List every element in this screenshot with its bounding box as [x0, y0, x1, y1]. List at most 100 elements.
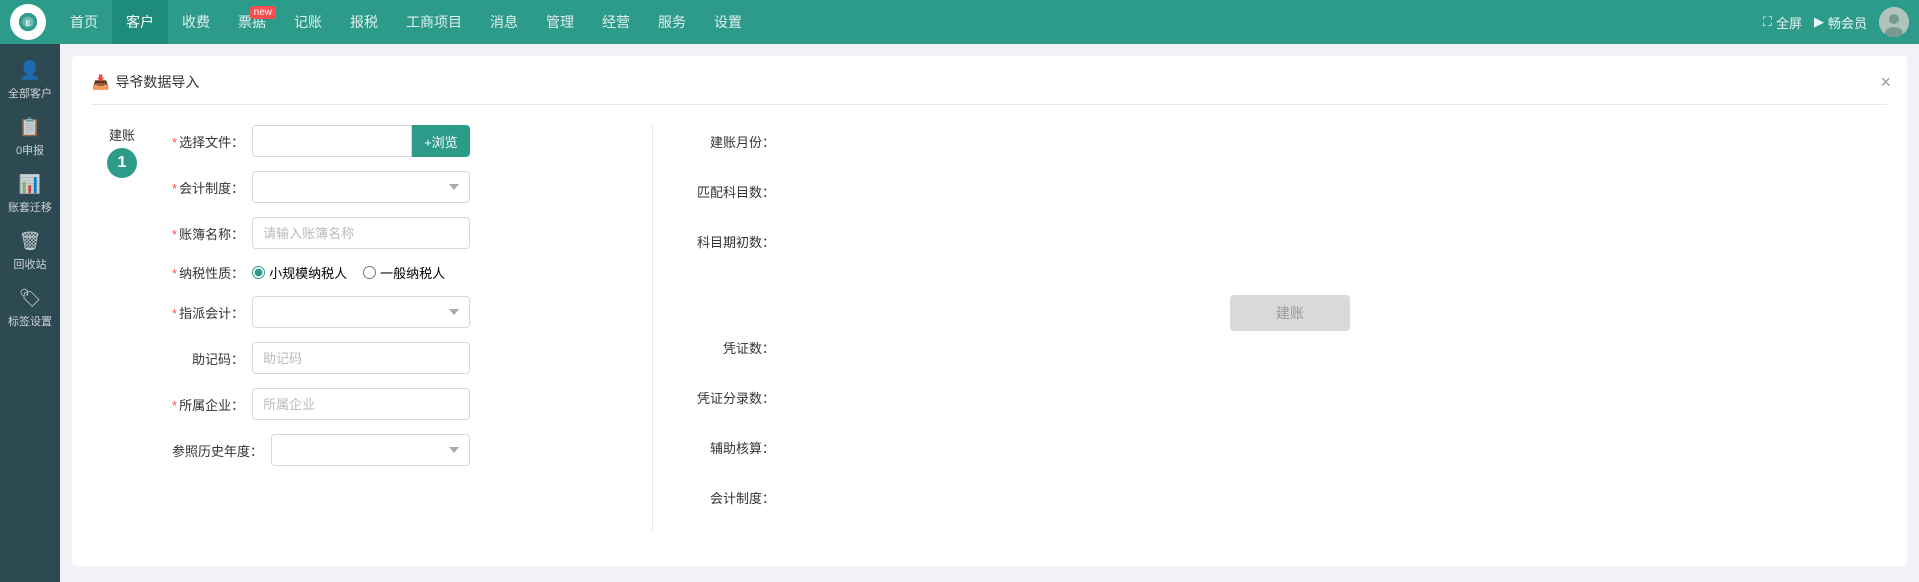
tax-radio-group: 小规模纳税人 一般纳税人 [252, 263, 445, 282]
accounting-select[interactable] [252, 171, 470, 203]
ledger-input[interactable] [252, 217, 470, 249]
panel-header: 📥 导爷数据导入 × [92, 72, 1887, 105]
nav-settings[interactable]: 设置 [700, 0, 756, 44]
trash-icon: 🗑 [19, 231, 42, 252]
match-subject-field: 匹配科目数： [693, 175, 1887, 207]
tax-row: 纳税性质： 小规模纳税人 一般纳税人 [172, 263, 470, 282]
tax-label: 纳税性质： [172, 263, 252, 282]
subject-init-label: 科目期初数： [693, 232, 783, 251]
nav-home[interactable]: 首页 [56, 0, 112, 44]
nav-fee[interactable]: 收费 [168, 0, 224, 44]
sidebar-item-migrate[interactable]: 📊 账套迁移 [0, 166, 60, 223]
app-logo[interactable]: E [10, 4, 46, 40]
voucher-label: 凭证数： [693, 338, 783, 357]
accountant-row: 指派会计： [172, 296, 470, 328]
voucher-entries-label: 凭证分录数： [693, 388, 783, 407]
build-month-field: 建账月份： [693, 125, 1887, 157]
file-row: 选择文件： +浏览 [172, 125, 470, 157]
import-panel: 📥 导爷数据导入 × 建账 1 选择文件： [72, 56, 1907, 566]
subject-init-value [783, 225, 1887, 257]
play-icon: ▶ [1814, 14, 1824, 30]
file-label: 选择文件： [172, 132, 252, 151]
match-subject-value [783, 175, 1887, 207]
user-avatar[interactable] [1879, 7, 1909, 37]
fullscreen-button[interactable]: ⛶ 全屏 [1763, 13, 1802, 32]
nav-message[interactable]: 消息 [476, 0, 532, 44]
ledger-row: 账簿名称： [172, 217, 470, 249]
right-fields: 建账月份： 匹配科目数： 科目期初数： [693, 125, 1887, 275]
sidebar-item-all-customers[interactable]: 👤 全部客户 [0, 52, 60, 109]
right-content-layout: 建账月份： 匹配科目数： 科目期初数： 建账 [693, 125, 1887, 531]
nav-tax[interactable]: 报税 [336, 0, 392, 44]
top-navigation: E 首页 客户 收费 票据 new 记账 报税 工商项目 消息 管理 经营 服务… [0, 0, 1919, 44]
voucher-value [783, 331, 1887, 363]
sidebar: 👤 全部客户 📋 0申报 📊 账套迁移 🗑 回收站 🏷 标签设置 [0, 44, 60, 582]
nav-service[interactable]: 服务 [644, 0, 700, 44]
voucher-field: 凭证数： [693, 331, 1887, 363]
build-month-value [783, 125, 1887, 157]
file-input-group: +浏览 [252, 125, 470, 157]
accountant-label: 指派会计： [172, 303, 252, 322]
accounting-row: 会计制度： [172, 171, 470, 203]
nav-manage[interactable]: 管理 [532, 0, 588, 44]
company-input[interactable] [252, 388, 470, 420]
accounting-system-value [783, 481, 1887, 513]
memo-label: 助记码： [172, 349, 252, 368]
nav-invoice[interactable]: 票据 new [224, 0, 280, 44]
history-label: 参照历史年度： [172, 441, 271, 460]
history-select[interactable] [271, 434, 470, 466]
main-content: 📥 导爷数据导入 × 建账 1 选择文件： [60, 44, 1919, 582]
declare-icon: 📋 [19, 117, 41, 138]
company-label: 所属企业： [172, 395, 252, 414]
file-input[interactable] [252, 125, 412, 157]
tax-small[interactable]: 小规模纳税人 [252, 263, 347, 282]
nav-items: 首页 客户 收费 票据 new 记账 报税 工商项目 消息 管理 经营 服务 设… [56, 0, 1763, 44]
aux-field: 辅助核算： [693, 431, 1887, 463]
sidebar-item-zero-declare[interactable]: 📋 0申报 [0, 109, 60, 166]
voucher-entries-value [783, 381, 1887, 413]
ledger-label: 账簿名称： [172, 224, 252, 243]
step-label: 建账 1 [92, 125, 152, 178]
right-fields-2: 凭证数： 凭证分录数： 辅助核算： 会计制度： [693, 331, 1887, 531]
tax-general[interactable]: 一般纳税人 [363, 263, 445, 282]
voucher-entries-field: 凭证分录数： [693, 381, 1887, 413]
build-btn-row: 建账 [693, 285, 1887, 331]
accountant-select[interactable] [252, 296, 470, 328]
migrate-icon: 📊 [19, 174, 41, 195]
build-month-label: 建账月份： [693, 132, 783, 151]
build-account-section: 建账 1 选择文件： +浏览 [92, 125, 632, 466]
memo-row: 助记码： [172, 342, 470, 374]
subject-init-field: 科目期初数： [693, 225, 1887, 257]
browse-button[interactable]: +浏览 [412, 125, 470, 157]
build-button[interactable]: 建账 [1230, 295, 1350, 331]
accounting-system-field: 会计制度： [693, 481, 1887, 513]
nav-business[interactable]: 工商项目 [392, 0, 476, 44]
aux-label: 辅助核算： [693, 438, 783, 457]
aux-value [783, 431, 1887, 463]
import-icon: 📥 [92, 74, 109, 91]
nav-operation[interactable]: 经营 [588, 0, 644, 44]
svg-text:E: E [26, 19, 31, 28]
tax-general-radio[interactable] [363, 266, 376, 279]
sidebar-item-recycle[interactable]: 🗑 回收站 [0, 223, 60, 280]
nav-bookkeeping[interactable]: 记账 [280, 0, 336, 44]
company-row: 所属企业： [172, 388, 470, 420]
fullscreen-icon: ⛶ [1763, 14, 1772, 30]
match-subject-label: 匹配科目数： [693, 182, 783, 201]
nav-customer[interactable]: 客户 [112, 0, 168, 44]
step-circle: 1 [107, 148, 137, 178]
accounting-system-label: 会计制度： [693, 488, 783, 507]
tax-small-radio[interactable] [252, 266, 265, 279]
form-left: 建账 1 选择文件： +浏览 [92, 125, 632, 531]
form-right: 建账月份： 匹配科目数： 科目期初数： 建账 [652, 125, 1887, 531]
panel-title: 📥 导爷数据导入 [92, 72, 199, 92]
tag-icon: 🏷 [19, 288, 42, 309]
top-nav-right: ⛶ 全屏 ▶ 畅会员 [1763, 7, 1909, 37]
form-section: 选择文件： +浏览 会计制度： [172, 125, 470, 466]
close-button[interactable]: × [1880, 72, 1891, 93]
accounting-label: 会计制度： [172, 178, 252, 197]
memo-input[interactable] [252, 342, 470, 374]
sidebar-item-tags[interactable]: 🏷 标签设置 [0, 280, 60, 337]
history-row: 参照历史年度： [172, 434, 470, 466]
member-button[interactable]: ▶ 畅会员 [1814, 13, 1867, 32]
